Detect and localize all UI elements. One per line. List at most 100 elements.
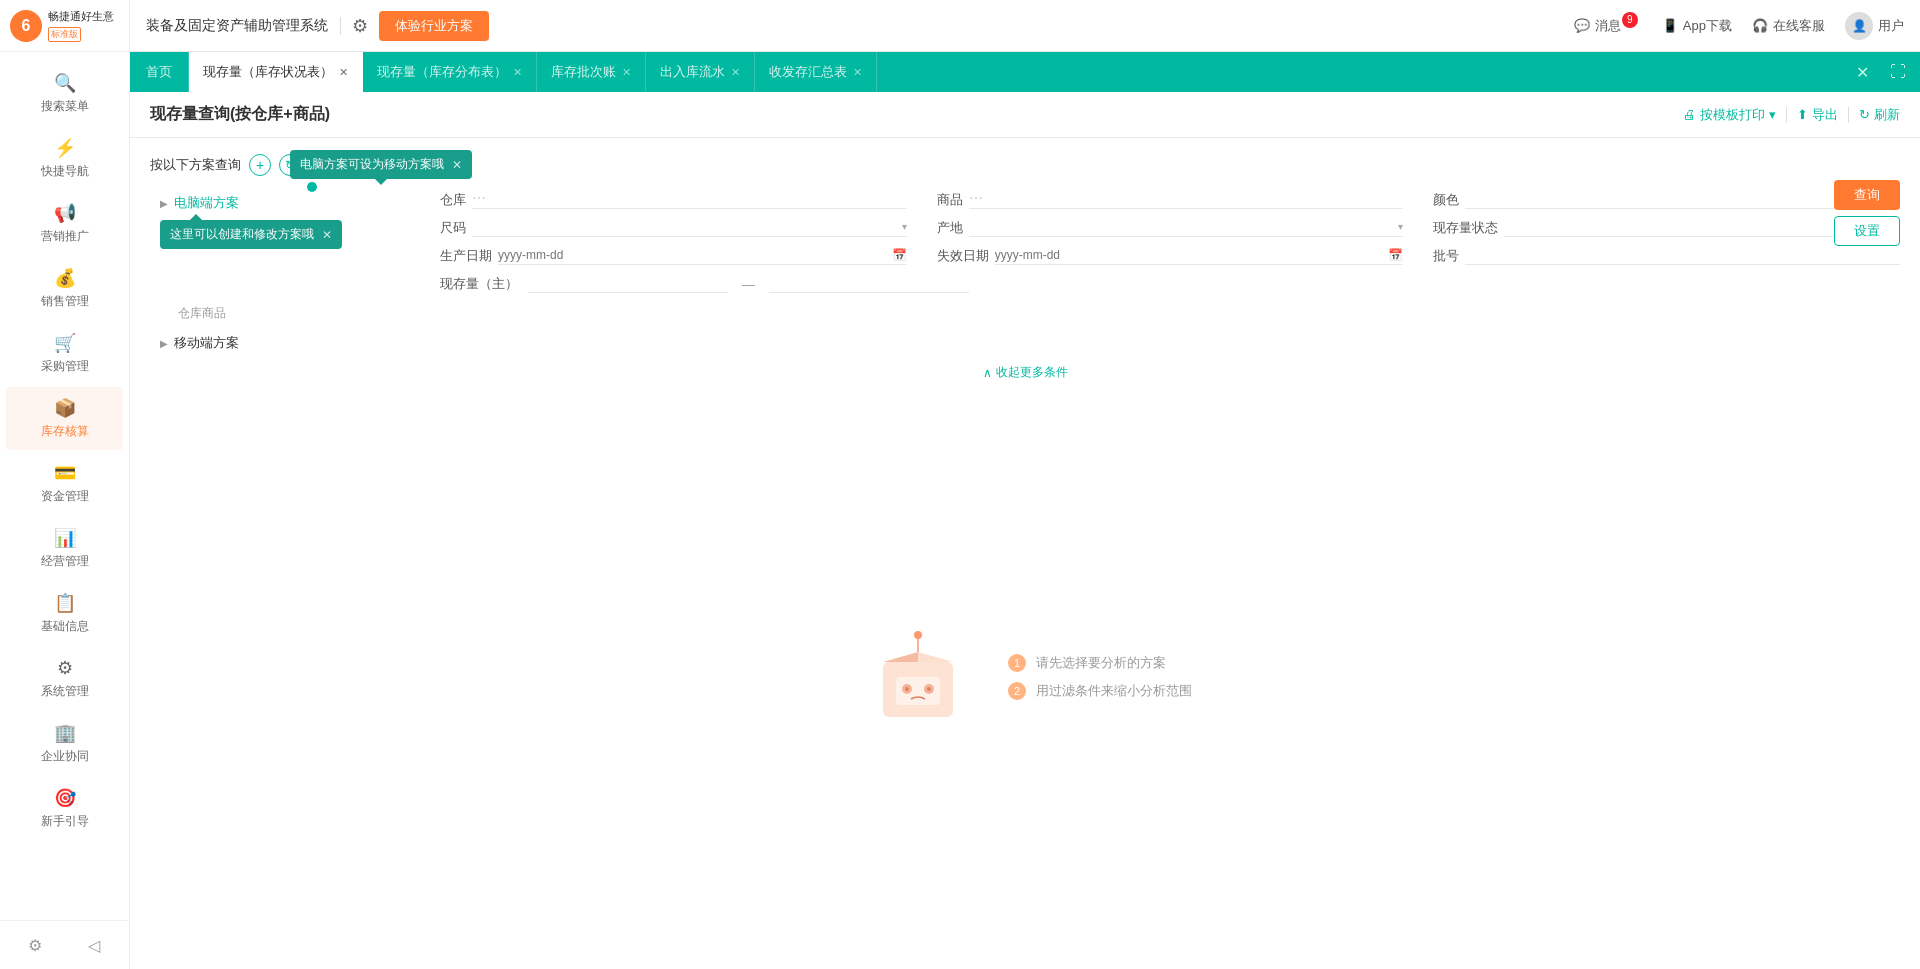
sidebar-item-label: 搜索菜单: [41, 98, 89, 115]
svg-point-4: [905, 687, 909, 691]
sidebar-logo: 6 畅捷通好生意 标准版: [0, 0, 129, 52]
field-origin-input[interactable]: [969, 219, 1399, 234]
tab-close-all-btn[interactable]: ✕: [1848, 58, 1876, 86]
filter-row1: 仓库 ⋯ 商品 ⋯: [440, 190, 1900, 209]
filter-add-scheme-btn[interactable]: +: [249, 154, 271, 176]
set-button[interactable]: 设置: [1834, 216, 1900, 246]
app-download-btn[interactable]: 📱 App下载: [1662, 17, 1732, 35]
tab-home[interactable]: 首页: [130, 52, 189, 92]
settings-gear-btn[interactable]: ⚙: [345, 11, 375, 41]
tab-inventory-dist-close[interactable]: ✕: [513, 66, 522, 79]
field-qty-from-input[interactable]: [528, 275, 728, 290]
size-dropdown-icon[interactable]: ▾: [902, 221, 907, 232]
header-left: 装备及固定资产辅助管理系统 ⚙ 体验行业方案: [146, 11, 489, 41]
tab-inventory-status[interactable]: 现存量（库存状况表） ✕: [189, 52, 363, 92]
tab-in-out-flow[interactable]: 出入库流水 ✕: [646, 52, 755, 92]
sidebar-item-purchase[interactable]: 🛒 采购管理: [6, 322, 123, 385]
sidebar-item-operation[interactable]: 📊 经营管理: [6, 517, 123, 580]
field-size-input[interactable]: [472, 219, 902, 234]
template-print-btn[interactable]: 🖨 按模板打印 ▾: [1683, 106, 1776, 124]
tooltip-scheme-create-close[interactable]: ✕: [322, 228, 332, 242]
field-production-date-label: 生产日期: [440, 247, 492, 265]
field-inventory-status: 现存量状态 ▾: [1433, 219, 1900, 237]
field-expiry-date-input[interactable]: [995, 248, 1389, 262]
collapse-row: ∧ 收起更多条件: [150, 356, 1900, 385]
collapse-btn[interactable]: ∧ 收起更多条件: [983, 364, 1068, 381]
empty-illustration: [858, 617, 978, 737]
product-dots-icon[interactable]: ⋯: [969, 190, 983, 206]
scheme-desktop-label: 电脑端方案: [174, 194, 239, 212]
field-production-date-control[interactable]: 📅: [498, 248, 907, 265]
tab-inventory-dist[interactable]: 现存量（库存分布表） ✕: [363, 52, 537, 92]
message-icon: 💬: [1574, 18, 1590, 33]
empty-state: 1 请先选择要分析的方案 2 用过滤条件来缩小分析范围: [130, 385, 1920, 969]
sidebar-item-marketing[interactable]: 📢 营销推广: [6, 192, 123, 255]
field-size-control[interactable]: ▾: [472, 219, 907, 237]
tab-inventory-status-close[interactable]: ✕: [339, 66, 348, 79]
sidebar-item-quick-nav[interactable]: ⚡ 快捷导航: [6, 127, 123, 190]
production-date-cal-icon[interactable]: 📅: [892, 248, 907, 262]
field-qty-from-control[interactable]: [528, 275, 728, 293]
refresh-btn[interactable]: ↻ 刷新: [1859, 106, 1900, 124]
sidebar-item-basic[interactable]: 📋 基础信息: [6, 582, 123, 645]
building-icon: 🏢: [54, 722, 76, 744]
export-btn[interactable]: ⬆ 导出: [1797, 106, 1838, 124]
field-production-date: 生产日期 📅: [440, 247, 907, 265]
sidebar-item-inventory[interactable]: 📦 库存核算: [6, 387, 123, 450]
field-expiry-date-control[interactable]: 📅: [995, 248, 1404, 265]
app-download-label: App下载: [1683, 17, 1732, 35]
sidebar-item-finance[interactable]: 💳 资金管理: [6, 452, 123, 515]
logo-badge: 标准版: [48, 27, 81, 42]
field-batch-no-label: 批号: [1433, 247, 1459, 265]
sidebar-item-enterprise[interactable]: 🏢 企业协同: [6, 712, 123, 775]
sidebar-item-sales[interactable]: 💰 销售管理: [6, 257, 123, 320]
tab-in-out-flow-close[interactable]: ✕: [731, 66, 740, 79]
search-button[interactable]: 查询: [1834, 180, 1900, 210]
industry-plan-button[interactable]: 体验行业方案: [379, 11, 489, 41]
collapse-sidebar-btn[interactable]: ◁: [80, 931, 108, 959]
field-batch-no-input[interactable]: [1465, 247, 1900, 262]
settings-bottom-btn[interactable]: ⚙: [21, 931, 49, 959]
hint-num-2: 2: [1008, 682, 1026, 700]
field-qty-to-input[interactable]: [769, 275, 969, 290]
collapse-up-icon: ∧: [983, 366, 992, 380]
origin-dropdown-icon[interactable]: ▾: [1398, 221, 1403, 232]
warehouse-dots-icon[interactable]: ⋯: [472, 190, 486, 206]
tooltip-scheme-mobile-close[interactable]: ✕: [452, 158, 462, 172]
field-origin-control[interactable]: ▾: [969, 219, 1404, 237]
online-service-btn[interactable]: 🎧 在线客服: [1752, 17, 1825, 35]
sidebar-item-newbie[interactable]: 🎯 新手引导: [6, 777, 123, 840]
field-warehouse-control[interactable]: ⋯: [472, 190, 907, 209]
refresh-icon: ↻: [1859, 107, 1870, 122]
tooltip-scheme-mobile-text: 电脑方案可设为移动方案哦: [300, 156, 444, 173]
field-production-date-input[interactable]: [498, 248, 892, 262]
field-qty-label: 现存量（主）: [440, 275, 518, 293]
tab-expand-btn[interactable]: ⛶: [1884, 58, 1912, 86]
sidebar-item-system[interactable]: ⚙ 系统管理: [6, 647, 123, 710]
field-product-control[interactable]: ⋯: [969, 190, 1404, 209]
field-color-input[interactable]: [1465, 191, 1895, 206]
dropdown-arrow-icon: ▾: [1769, 107, 1776, 122]
sidebar-item-label: 资金管理: [41, 488, 89, 505]
messages-btn[interactable]: 💬 消息 9: [1574, 17, 1642, 35]
tab-recv-send-summary[interactable]: 收发存汇总表 ✕: [755, 52, 877, 92]
sidebar-item-label: 采购管理: [41, 358, 89, 375]
tab-recv-send-summary-close[interactable]: ✕: [853, 66, 862, 79]
field-inventory-status-label: 现存量状态: [1433, 219, 1498, 237]
filter-row2: 尺码 ▾ 产地 ▾: [440, 219, 1900, 237]
scheme-tree: ▶ 电脑端方案 这里可以创建和修改方案哦 ✕ 仓库商品: [160, 190, 430, 356]
logo-text: 畅捷通好生意: [48, 9, 114, 23]
tab-recv-send-summary-label: 收发存汇总表: [769, 63, 847, 81]
template-print-label: 按模板打印: [1700, 106, 1765, 124]
collapse-label: 收起更多条件: [996, 364, 1068, 381]
tab-batch-account[interactable]: 库存批次账 ✕: [537, 52, 646, 92]
field-qty-to-control[interactable]: [769, 275, 969, 293]
scheme-tree-item-mobile[interactable]: ▶ 移动端方案: [160, 330, 430, 356]
expiry-date-cal-icon[interactable]: 📅: [1388, 248, 1403, 262]
tab-batch-account-close[interactable]: ✕: [622, 66, 631, 79]
user-profile-btn[interactable]: 👤 用户: [1845, 12, 1904, 40]
sidebar-item-search[interactable]: 🔍 搜索菜单: [6, 62, 123, 125]
scheme-tree-item-desktop[interactable]: ▶ 电脑端方案: [160, 190, 430, 216]
tab-inventory-dist-label: 现存量（库存分布表）: [377, 63, 507, 81]
field-batch-no-control[interactable]: [1465, 247, 1900, 265]
